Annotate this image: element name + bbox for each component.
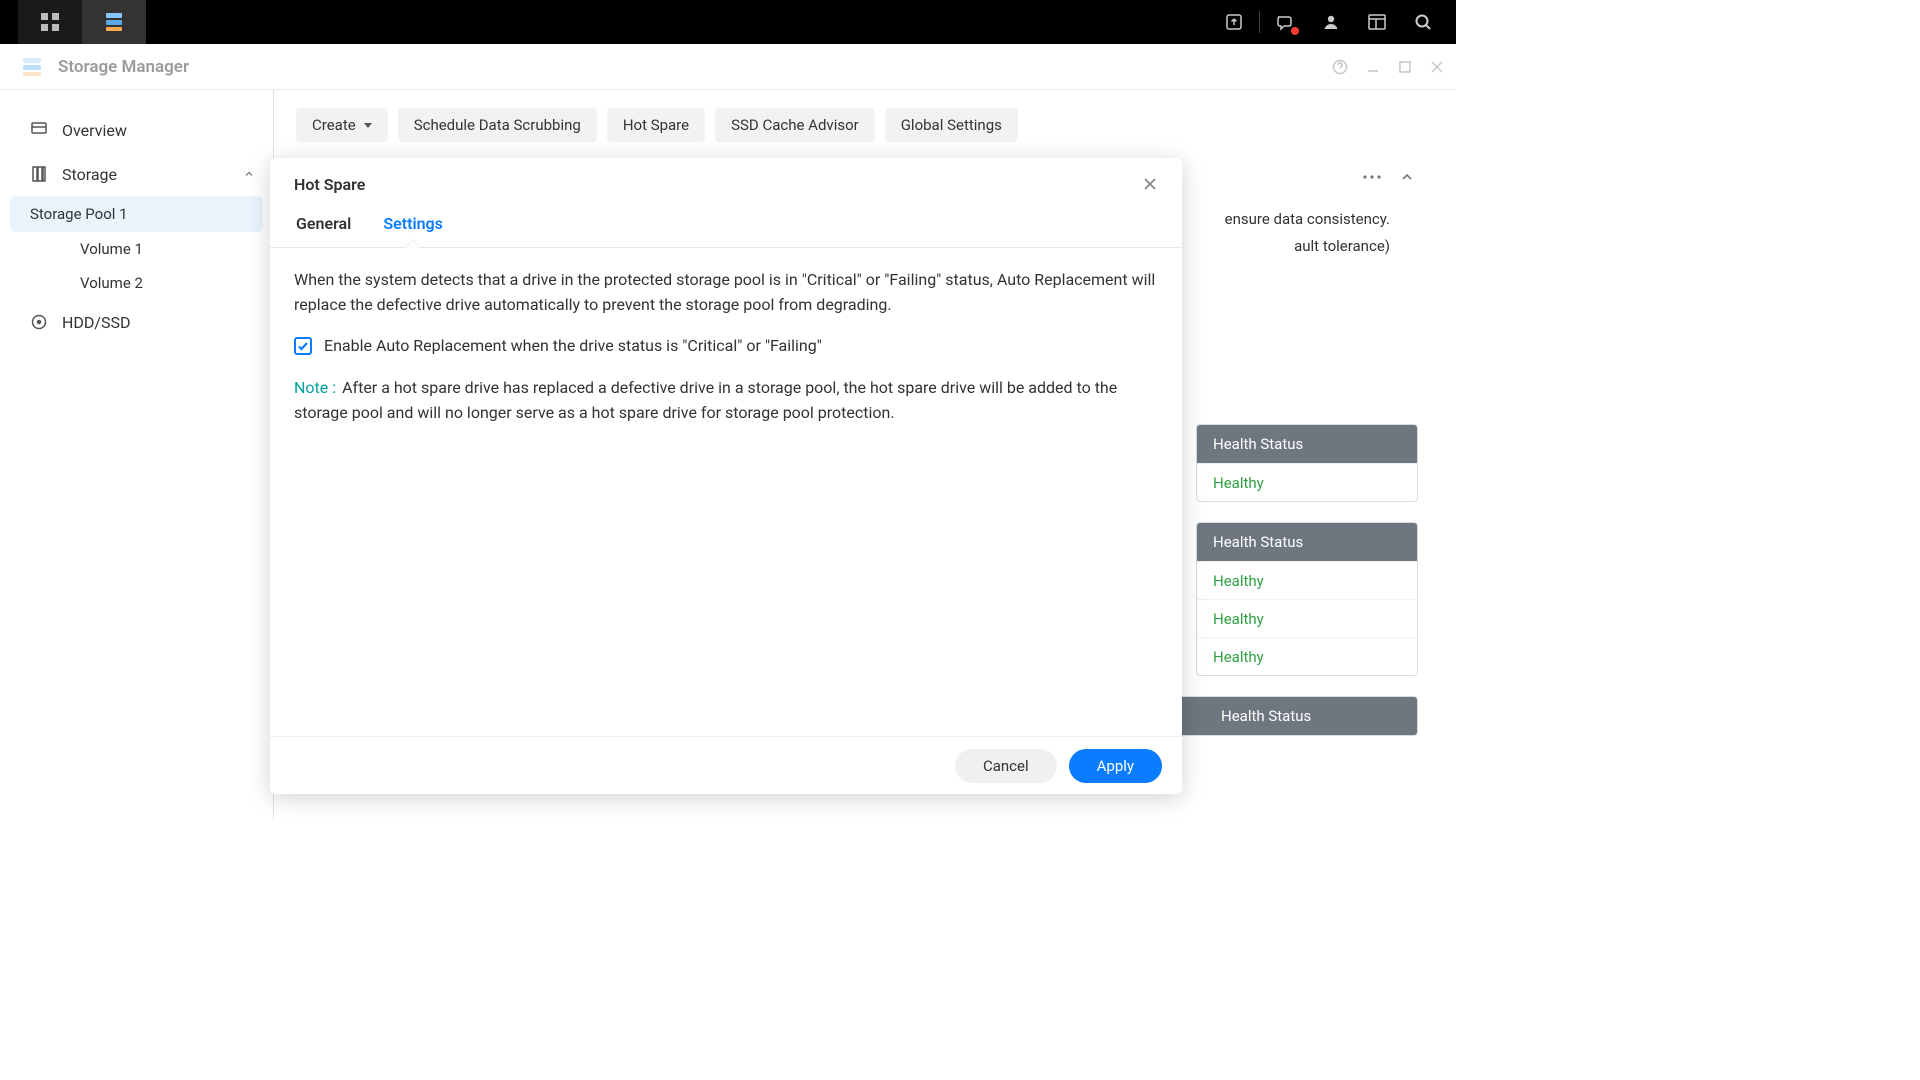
more-icon[interactable] bbox=[1362, 174, 1382, 180]
modal-title: Hot Spare bbox=[294, 175, 365, 194]
checkbox-label: Enable Auto Replacement when the drive s… bbox=[324, 334, 822, 359]
sidebar-item-hdd-ssd[interactable]: HDD/SSD bbox=[0, 300, 273, 344]
user-icon bbox=[1321, 12, 1341, 32]
th-health: Health Status bbox=[1205, 707, 1417, 725]
cell-health: Healthy bbox=[1197, 572, 1417, 590]
sidebar-item-volume-1[interactable]: Volume 1 bbox=[0, 232, 273, 266]
hot-spare-modal: Hot Spare General Settings When the syst… bbox=[270, 158, 1182, 794]
sidebar-label: Volume 1 bbox=[80, 240, 143, 258]
schedule-scrubbing-button[interactable]: Schedule Data Scrubbing bbox=[398, 108, 597, 142]
storage-icon bbox=[30, 165, 48, 183]
chevron-up-icon bbox=[243, 168, 255, 180]
dashboard-icon bbox=[1367, 12, 1387, 32]
help-icon[interactable] bbox=[1332, 59, 1348, 75]
taskbar-widgets-icon[interactable] bbox=[1354, 0, 1400, 44]
storage-manager-icon bbox=[103, 11, 125, 33]
window-titlebar: Storage Manager bbox=[0, 44, 1456, 90]
sidebar-item-storage-pool-1[interactable]: Storage Pool 1 bbox=[10, 196, 263, 232]
global-settings-button[interactable]: Global Settings bbox=[885, 108, 1018, 142]
th-health: Health Status bbox=[1197, 533, 1417, 551]
button-label: Create bbox=[312, 116, 356, 134]
drive-table-1: Health Status Healthy bbox=[1196, 424, 1418, 502]
taskbar-chat-icon[interactable] bbox=[1262, 0, 1308, 44]
window-title: Storage Manager bbox=[58, 57, 189, 77]
sidebar-label: HDD/SSD bbox=[62, 313, 131, 332]
taskbar-spacer bbox=[0, 0, 18, 44]
minimize-icon[interactable] bbox=[1366, 60, 1380, 74]
taskbar-upload-icon[interactable] bbox=[1211, 0, 1257, 44]
modal-note: Note : After a hot spare drive has repla… bbox=[294, 376, 1158, 426]
sidebar-item-volume-2[interactable]: Volume 2 bbox=[0, 266, 273, 300]
cell-health: Healthy bbox=[1197, 610, 1417, 628]
taskbar-app-storage-manager[interactable] bbox=[82, 0, 146, 44]
upload-icon bbox=[1224, 12, 1244, 32]
tab-settings[interactable]: Settings bbox=[381, 210, 445, 247]
window-controls bbox=[1332, 59, 1444, 75]
search-icon bbox=[1413, 12, 1433, 32]
disk-icon bbox=[30, 313, 48, 331]
maximize-icon[interactable] bbox=[1398, 60, 1412, 74]
create-button[interactable]: Create bbox=[296, 108, 388, 142]
apply-button[interactable]: Apply bbox=[1069, 749, 1162, 783]
check-icon bbox=[297, 340, 309, 352]
note-text: After a hot spare drive has replaced a d… bbox=[294, 378, 1117, 422]
auto-replacement-checkbox[interactable] bbox=[294, 337, 312, 355]
sidebar-label: Volume 2 bbox=[80, 274, 143, 292]
hot-spare-button[interactable]: Hot Spare bbox=[607, 108, 705, 142]
modal-description: When the system detects that a drive in … bbox=[294, 268, 1158, 318]
drive-table-2: Health Status Healthy Healthy Healthy bbox=[1196, 522, 1418, 676]
sidebar-label: Storage bbox=[62, 165, 117, 184]
modal-tabs: General Settings bbox=[270, 210, 1182, 248]
sidebar-item-storage[interactable]: Storage bbox=[0, 152, 273, 196]
ssd-cache-advisor-button[interactable]: SSD Cache Advisor bbox=[715, 108, 875, 142]
app-icon bbox=[20, 55, 44, 79]
sidebar-label: Storage Pool 1 bbox=[30, 205, 128, 223]
taskbar-launcher[interactable] bbox=[18, 0, 82, 44]
th-health: Health Status bbox=[1197, 435, 1417, 453]
tab-general[interactable]: General bbox=[294, 210, 353, 247]
content-toolbar: Create Schedule Data Scrubbing Hot Spare… bbox=[296, 108, 1430, 142]
chevron-up-icon[interactable] bbox=[1400, 170, 1414, 184]
system-taskbar bbox=[0, 0, 1456, 44]
overview-icon bbox=[30, 121, 48, 139]
cancel-button[interactable]: Cancel bbox=[955, 749, 1057, 783]
taskbar-divider bbox=[1259, 11, 1260, 33]
taskbar-user-icon[interactable] bbox=[1308, 0, 1354, 44]
notification-badge bbox=[1291, 27, 1299, 35]
modal-close-button[interactable] bbox=[1142, 176, 1158, 192]
sidebar-item-overview[interactable]: Overview bbox=[0, 108, 273, 152]
cell-health: Healthy bbox=[1197, 474, 1417, 492]
grid-icon bbox=[40, 12, 60, 32]
note-label: Note : bbox=[294, 378, 336, 397]
close-icon[interactable] bbox=[1430, 60, 1444, 74]
close-icon bbox=[1142, 176, 1158, 192]
taskbar-search-icon[interactable] bbox=[1400, 0, 1446, 44]
cell-health: Healthy bbox=[1197, 648, 1417, 666]
sidebar-label: Overview bbox=[62, 121, 127, 140]
sidebar: Overview Storage Storage Pool 1 Volume 1… bbox=[0, 90, 274, 819]
